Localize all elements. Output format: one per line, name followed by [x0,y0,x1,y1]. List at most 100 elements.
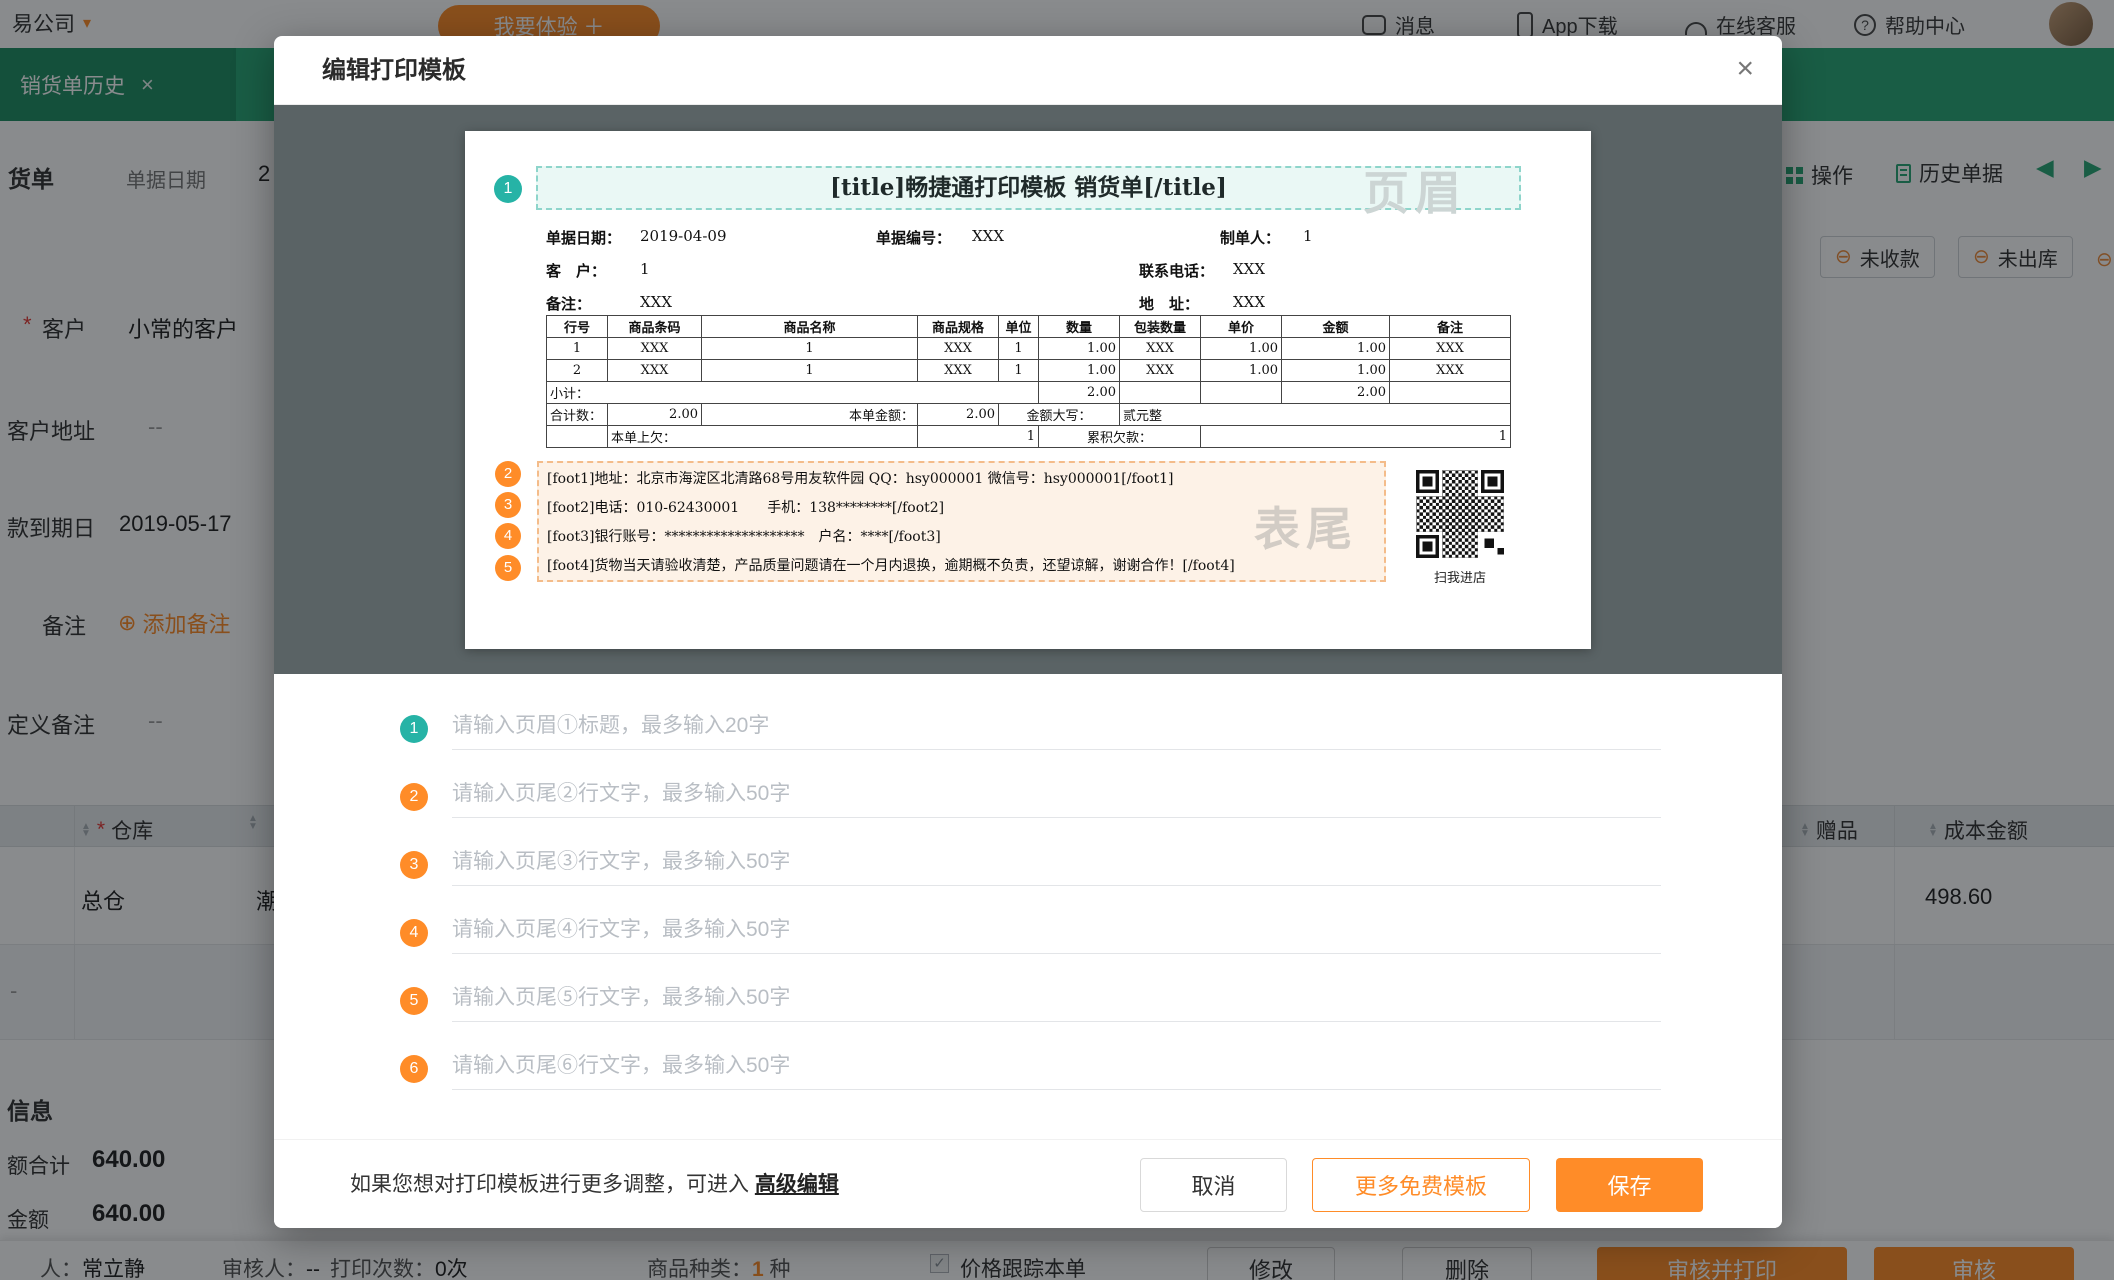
cell: 2 [546,359,608,382]
qr-code: 扫我进店 [1413,467,1507,586]
col-header: 备注 [1389,315,1511,338]
cell: 1.00 [1200,359,1282,382]
doc-no-label: 单据编号： [876,229,952,247]
marker-2: 2 [495,461,521,487]
item-row: 1 XXX 1 XXX 1 1.00 XXX 1.00 1.00 XXX [546,337,1511,360]
marker-1: 1 [400,715,428,743]
cell [1389,381,1511,404]
modal-title: 编辑打印模板 [322,57,466,84]
cell: XXX [917,359,999,382]
template-preview-area: 1 [title]畅捷通打印模板 销货单[/title] 页眉 单据日期： 20… [274,105,1782,674]
subtotal-label: 小计： [546,381,1039,404]
modal-footer: 如果您想对打印模板进行更多调整，可进入 高级编辑 取消 更多免费模板 保存 [274,1139,1782,1228]
header-watermark: 页眉 [1363,166,1467,220]
cell: 1 [998,337,1039,360]
cell: XXX [917,337,999,360]
screen: 易公司 ▾ 我要体验 ＋ 消息 App下载 在线客服 ? 帮助中心 销货单历史 … [0,0,2114,1280]
cell: XXX [1389,359,1511,382]
total-label: 合计数： [546,403,608,426]
hint-text: 如果您想对打印模板进行更多调整，可进入 [350,1173,755,1196]
footer-line-2-input[interactable] [452,770,1661,818]
marker-5: 5 [495,555,521,581]
input-row-4: 4 [400,902,1661,968]
doc-date-label: 单据日期： [546,229,622,247]
marker-4: 4 [495,523,521,549]
cell [1119,381,1201,404]
total-row: 合计数： 2.00 本单金额： 2.00 金额大写： 贰元整 [546,403,1511,426]
address-label: 地 址： [1139,295,1200,313]
save-button[interactable]: 保存 [1556,1158,1703,1212]
remark-label: 备注： [546,295,592,313]
col-header: 商品名称 [701,315,918,338]
col-header: 商品条码 [607,315,702,338]
doc-date-value: 2019-04-09 [640,227,727,245]
cell [1200,381,1282,404]
customer-value: 1 [640,260,650,278]
caps-label: 金额大写： [998,403,1120,426]
input-row-5: 5 [400,970,1661,1036]
footer-line-4-input[interactable] [452,906,1661,954]
owed-value: 1 [917,425,1039,448]
more-templates-button[interactable]: 更多免费模板 [1312,1158,1530,1212]
subtotal-qty: 2.00 [1038,381,1120,404]
col-header: 包装数量 [1119,315,1201,338]
cell: 1.00 [1200,337,1282,360]
cancel-button[interactable]: 取消 [1140,1158,1287,1212]
col-header: 数量 [1038,315,1120,338]
caps-value: 贰元整 [1119,403,1511,426]
cell: 1.00 [1038,359,1120,382]
input-row-2: 2 [400,766,1661,832]
header-title-input[interactable] [452,702,1661,750]
footer-line-3-input[interactable] [452,838,1661,886]
address-value: XXX [1233,293,1266,311]
col-header: 单价 [1200,315,1282,338]
edit-print-template-modal: 编辑打印模板 × 1 [title]畅捷通打印模板 销货单[/title] 页眉… [274,36,1782,1228]
cell: XXX [1119,337,1201,360]
items-header-row: 行号 商品条码 商品名称 商品规格 单位 数量 包装数量 单价 金额 备注 [546,315,1511,338]
subtotal-row: 小计： 2.00 2.00 [546,381,1511,404]
maker-value: 1 [1303,227,1313,245]
bill-amount-label: 本单金额： [701,403,918,426]
cell: XXX [1119,359,1201,382]
col-header: 金额 [1281,315,1390,338]
col-header: 商品规格 [917,315,999,338]
owed-label: 本单上欠： [607,425,918,448]
subtotal-amount: 2.00 [1281,381,1390,404]
close-icon[interactable]: × [1736,54,1754,84]
cell: 1 [998,359,1039,382]
cell: 1 [701,337,918,360]
cell: XXX [607,359,702,382]
advanced-edit-link[interactable]: 高级编辑 [755,1173,839,1196]
cum-label: 累积欠款： [1038,425,1201,448]
footer-line-4: [foot4]货物当天请验收清楚，产品质量问题请在一个月内退换，逾期概不负责，还… [547,558,1235,574]
col-header: 单位 [998,315,1039,338]
marker-6: 6 [400,1055,428,1083]
owed-row: 本单上欠： 1 累积欠款： 1 [546,425,1511,448]
remark-value: XXX [640,293,673,311]
advanced-edit-hint: 如果您想对打印模板进行更多调整，可进入 高级编辑 [350,1140,839,1228]
footer-watermark: 表尾 [1254,502,1358,556]
qr-caption: 扫我进店 [1433,570,1486,585]
phone-label: 联系电话： [1139,262,1215,280]
cell: 1 [546,337,608,360]
cell: XXX [607,337,702,360]
total-qty: 2.00 [607,403,702,426]
cell [546,425,608,448]
marker-5: 5 [400,987,428,1015]
footer-line-5-input[interactable] [452,974,1661,1022]
cum-value: 1 [1200,425,1511,448]
marker-3: 3 [495,492,521,518]
footer-line-1: [foot1]地址：北京市海淀区北清路68号用友软件园 QQ：hsy000001… [547,471,1174,487]
marker-1: 1 [494,175,522,203]
items-table: 行号 商品条码 商品名称 商品规格 单位 数量 包装数量 单价 金额 备注 1 XXX 1 XXX 1 1.… [546,315,1511,448]
input-row-1: 1 [400,698,1661,764]
input-row-6: 6 [400,1038,1661,1104]
item-row: 2 XXX 1 XXX 1 1.00 XXX 1.00 1.00 XXX [546,359,1511,382]
modal-header: 编辑打印模板 × [274,36,1782,105]
bill-amount: 2.00 [917,403,999,426]
footer-line-6-input[interactable] [452,1042,1661,1090]
qr-code-image [1413,467,1507,561]
marker-4: 4 [400,919,428,947]
doc-no-value: XXX [972,227,1005,245]
footer-line-2: [foot2]电话：010-62430001 手机：138********[/f… [547,500,945,516]
